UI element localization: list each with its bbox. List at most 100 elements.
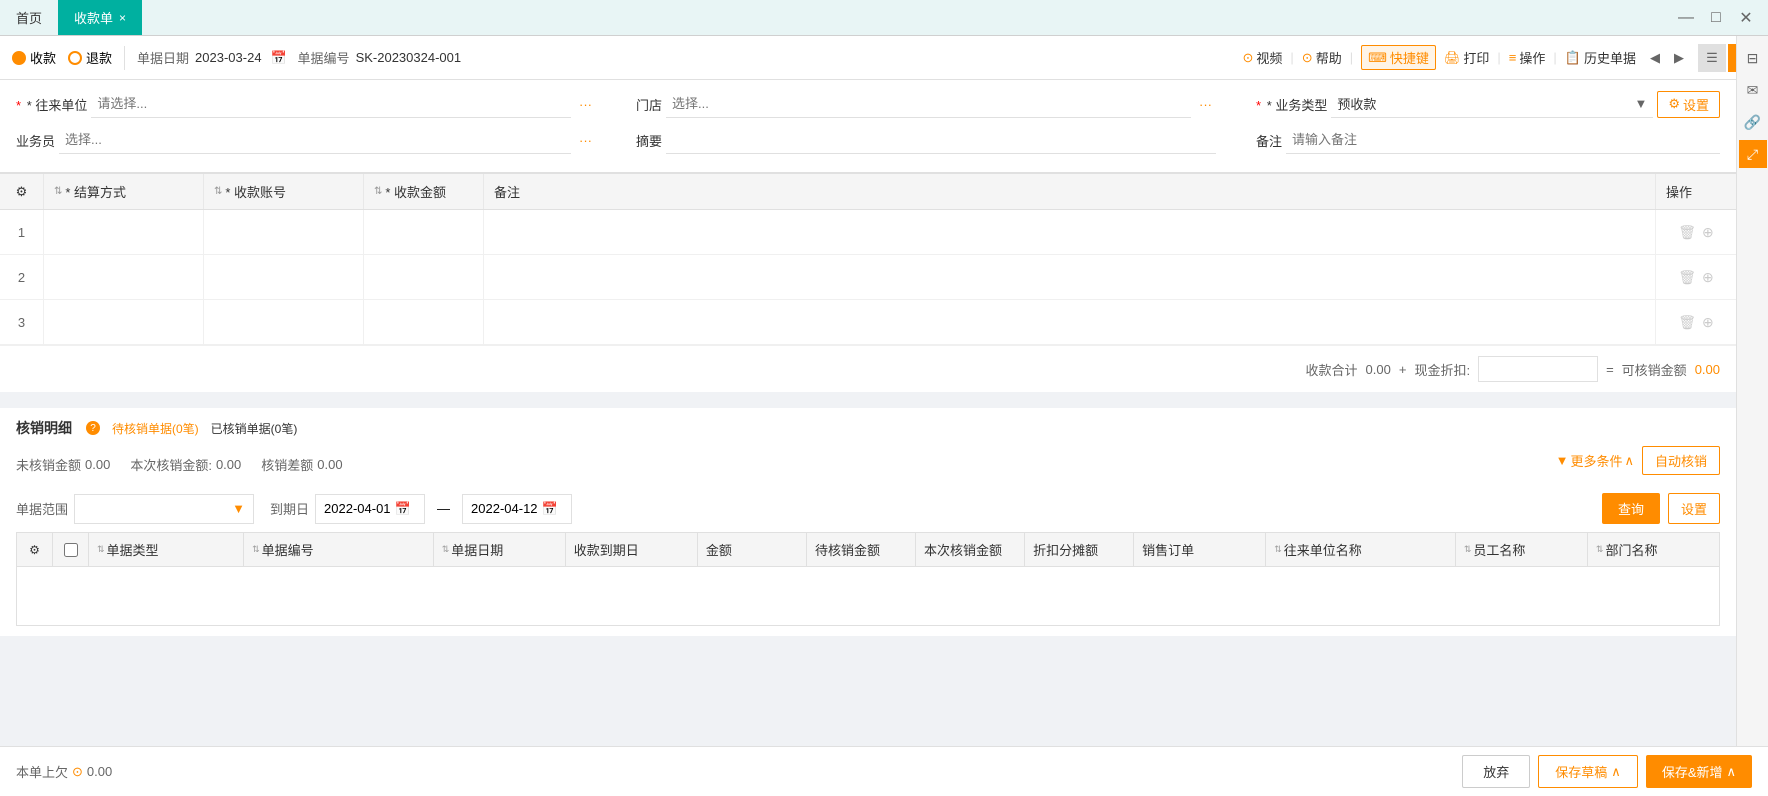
bth-gear[interactable]: ⚙ xyxy=(17,533,53,566)
bth-check[interactable] xyxy=(53,533,89,566)
draft-button[interactable]: 保存草稿 ∧ xyxy=(1538,755,1638,788)
operation-btn[interactable]: ≡ 操作 xyxy=(1509,48,1546,67)
radio-receipt[interactable]: 收款 xyxy=(12,48,56,67)
bth-employee: ⇅ 员工名称 xyxy=(1456,533,1588,566)
hexiao-info-icon[interactable]: ? xyxy=(86,421,100,435)
discount-input[interactable] xyxy=(1478,356,1598,382)
bth-pending: 待核销金额 xyxy=(807,533,916,566)
date-picker-icon[interactable]: 📅 xyxy=(268,47,290,69)
row-2-note[interactable] xyxy=(484,255,1656,299)
staff-label: 业务员 xyxy=(16,131,55,150)
staff-more-btn[interactable]: ··· xyxy=(575,133,596,148)
bottom-info-icon[interactable]: ⊙ xyxy=(72,764,83,780)
row-3-note[interactable] xyxy=(484,300,1656,344)
biz-type-chevron: ▼ xyxy=(1634,96,1647,111)
summary-label: 摘要 xyxy=(636,131,662,150)
bottom-buttons: 放弃 保存草稿 ∧ 保存&新增 ∧ xyxy=(1462,755,1752,788)
settings-gear-icon: ⚙ xyxy=(1668,96,1680,112)
store-input[interactable] xyxy=(666,90,1191,118)
total-value: 0.00 xyxy=(1366,362,1391,377)
video-icon: ⊙ xyxy=(1242,50,1253,66)
store-field: 门店 ··· xyxy=(636,90,1216,118)
hexiao-settings-btn[interactable]: 设置 xyxy=(1668,493,1720,524)
row-1-amount[interactable] xyxy=(364,210,484,254)
sidebar-expand-icon[interactable]: ⤢ xyxy=(1739,140,1767,168)
more-conditions-btn[interactable]: ▼ 更多条件 ∧ xyxy=(1556,451,1634,470)
nav-prev[interactable]: ◀ xyxy=(1644,47,1666,69)
sidebar-link-icon[interactable]: 🔗 xyxy=(1739,108,1767,136)
row-3-amount[interactable] xyxy=(364,300,484,344)
biz-type-value: 预收款 xyxy=(1337,94,1376,113)
print-btn[interactable]: 🖨 打印 xyxy=(1444,48,1490,67)
date-to-picker[interactable]: 2022-04-12 📅 xyxy=(462,494,572,524)
hexiao-done-tab[interactable]: 已核销单据(0笔) xyxy=(211,420,298,437)
row-1-delete-icon[interactable]: 🗑 xyxy=(1678,224,1696,241)
close-button[interactable]: ✕ xyxy=(1732,4,1760,32)
row-3-copy-icon[interactable]: ⊕ xyxy=(1702,314,1714,331)
note-input[interactable] xyxy=(1286,126,1720,154)
sidebar-mail-icon[interactable]: ✉ xyxy=(1739,76,1767,104)
main-content: * * 往来单位 ··· 门店 ··· * * 业务类型 预收款 xyxy=(0,80,1736,796)
tab-current[interactable]: 收款单 × xyxy=(58,0,142,35)
maximize-button[interactable]: □ xyxy=(1702,4,1730,32)
right-sidebar: ⊟ ✉ 🔗 ⤢ xyxy=(1736,36,1768,746)
shortcut-btn[interactable]: ⌨ 快捷键 xyxy=(1361,45,1436,70)
row-3-method[interactable] xyxy=(44,300,204,344)
th-settings[interactable]: ⚙ xyxy=(0,174,44,209)
number-value: SK-20230324-001 xyxy=(356,50,462,65)
row-1-note[interactable] xyxy=(484,210,1656,254)
nav-next[interactable]: ▶ xyxy=(1668,47,1690,69)
date-field: 单据日期 2023-03-24 📅 xyxy=(137,47,290,69)
auto-hexiao-btn[interactable]: 自动核销 xyxy=(1642,446,1720,475)
form-settings-btn[interactable]: ⚙ 设置 xyxy=(1657,91,1720,118)
partner-input[interactable] xyxy=(91,90,571,118)
row-1-account[interactable] xyxy=(204,210,364,254)
section-divider xyxy=(0,392,1736,400)
row-2-amount[interactable] xyxy=(364,255,484,299)
row-2-account[interactable] xyxy=(204,255,364,299)
uncancelled-field: 未核销金额 0.00 xyxy=(16,455,110,474)
date-from-picker[interactable]: 2022-04-01 📅 xyxy=(315,494,425,524)
video-btn[interactable]: ⊙ 视频 xyxy=(1242,48,1282,67)
view-list-btn[interactable]: ☰ xyxy=(1698,44,1726,72)
bottom-table-header: ⚙ ⇅ 单据类型 ⇅ 单据编号 ⇅ 单据日期 收款到期日 金额 xyxy=(16,532,1720,566)
filter-icon: ▼ xyxy=(1556,453,1569,468)
hexiao-info-row: 未核销金额 0.00 本次核销金额: 0.00 核销差额 0.00 ▼ 更多条件… xyxy=(16,446,1720,483)
history-btn[interactable]: 📋 历史单据 xyxy=(1565,48,1636,67)
row-3-delete-icon[interactable]: 🗑 xyxy=(1678,314,1696,331)
row-1-method[interactable] xyxy=(44,210,204,254)
tab-close-icon[interactable]: × xyxy=(119,11,126,25)
sidebar-table-icon[interactable]: ⊟ xyxy=(1739,44,1767,72)
tab-bar: 首页 收款单 × — □ ✕ xyxy=(0,0,1768,36)
row-2-copy-icon[interactable]: ⊕ xyxy=(1702,269,1714,286)
partner-more-btn[interactable]: ··· xyxy=(575,97,596,112)
receipt-table: ⚙ ⇅ * 结算方式 ⇅ * 收款账号 ⇅ * 收款金额 备注 操作 1 xyxy=(0,173,1736,345)
minimize-button[interactable]: — xyxy=(1672,4,1700,32)
row-2-method[interactable] xyxy=(44,255,204,299)
bottom-value: 0.00 xyxy=(87,764,112,779)
select-all-checkbox[interactable] xyxy=(64,543,78,557)
row-1-copy-icon[interactable]: ⊕ xyxy=(1702,224,1714,241)
query-btn[interactable]: 查询 xyxy=(1602,493,1660,524)
row-2-delete-icon[interactable]: 🗑 xyxy=(1678,269,1696,286)
row-3-account[interactable] xyxy=(204,300,364,344)
help-label: 帮助 xyxy=(1316,48,1342,67)
number-field: 单据编号 SK-20230324-001 xyxy=(298,48,462,67)
range-select[interactable]: ▼ xyxy=(74,494,254,524)
save-new-button[interactable]: 保存&新增 ∧ xyxy=(1646,755,1752,788)
range-label: 单据范围 xyxy=(16,499,68,518)
radio-refund[interactable]: 退款 xyxy=(68,48,112,67)
help-btn[interactable]: ⊙ 帮助 xyxy=(1302,48,1342,67)
due-label: 到期日 xyxy=(270,499,309,518)
help-icon: ⊙ xyxy=(1302,50,1313,66)
biz-type-select[interactable]: 预收款 ▼ xyxy=(1331,90,1653,118)
radio-refund-dot xyxy=(68,51,82,65)
store-more-btn[interactable]: ··· xyxy=(1195,97,1216,112)
staff-input[interactable] xyxy=(59,126,571,154)
summary-input[interactable] xyxy=(666,126,1216,154)
abandon-button[interactable]: 放弃 xyxy=(1462,755,1530,788)
operation-label: 操作 xyxy=(1519,48,1545,67)
hexiao-pending-tab[interactable]: 待核销单据(0笔) xyxy=(112,420,199,437)
tab-home[interactable]: 首页 xyxy=(0,0,58,35)
row-3-action: 🗑 ⊕ xyxy=(1656,300,1736,344)
